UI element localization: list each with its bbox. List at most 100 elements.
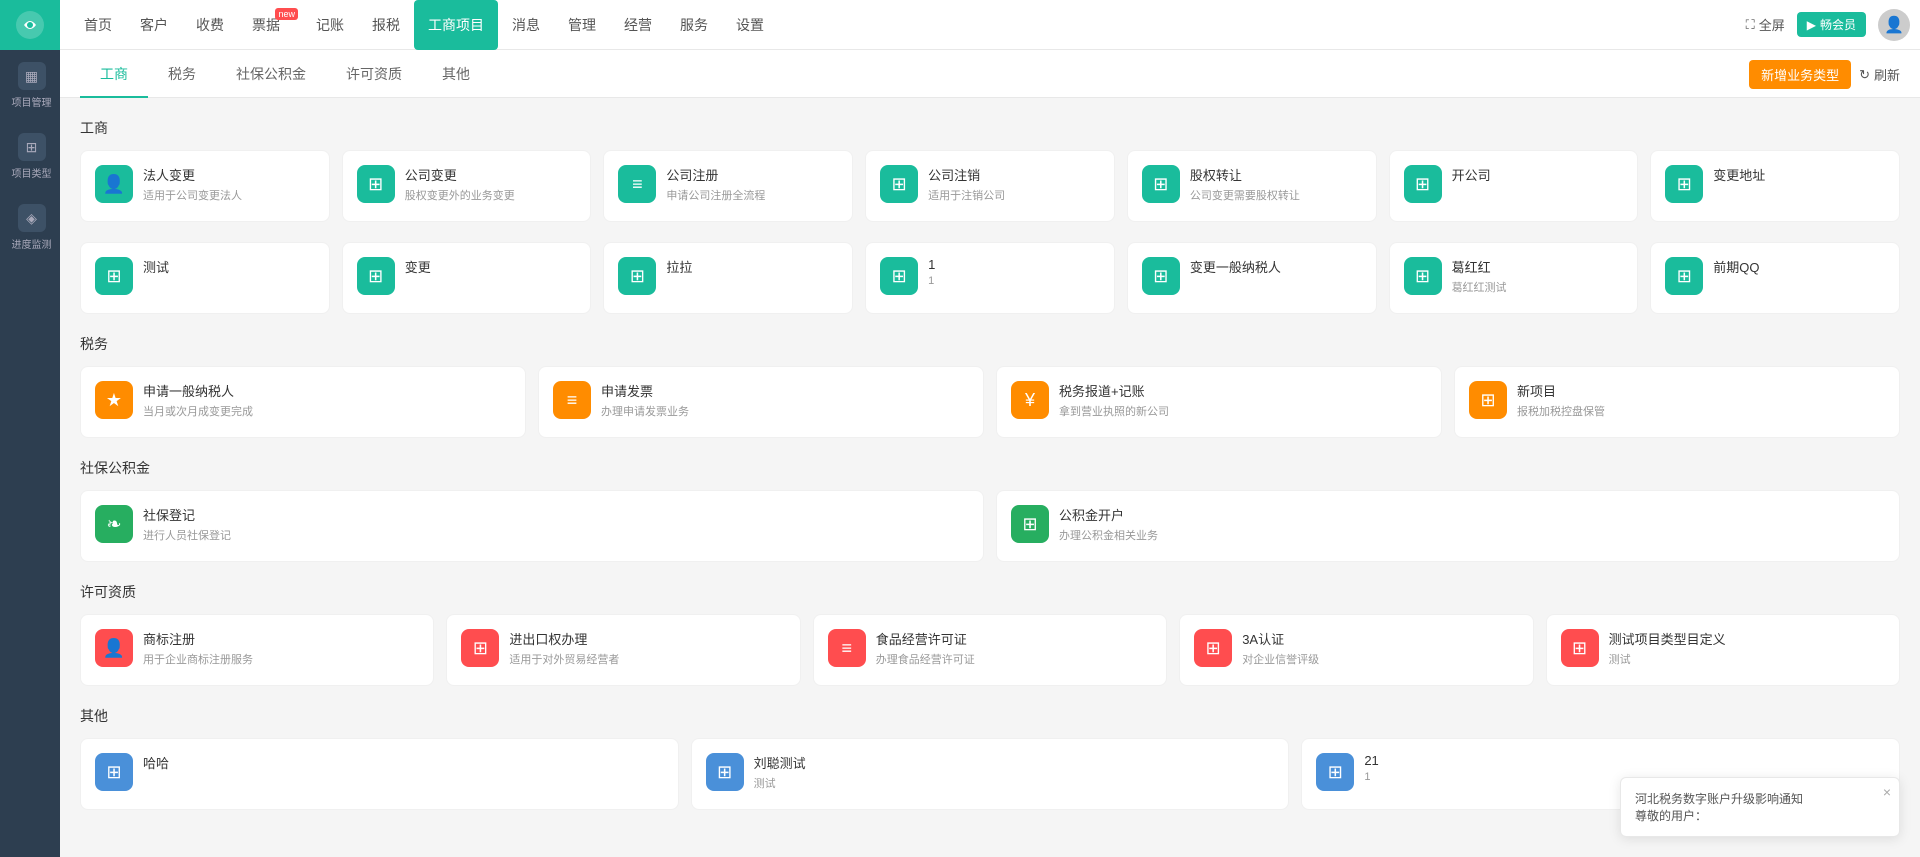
gongshang-card-grid-2: ⊞ 测试 ⊞ 变更 ⊞ 拉拉 <box>80 242 1900 314</box>
list-item[interactable]: ⊞ 拉拉 <box>603 242 853 314</box>
tab-shuiwu[interactable]: 税务 <box>148 50 216 98</box>
card-name: 食品经营许可证 <box>876 629 1152 648</box>
card-icon: ❧ <box>95 505 133 543</box>
nav-fee[interactable]: 收费 <box>182 0 238 50</box>
card-desc: 适用于公司变更法人 <box>143 187 315 203</box>
sidebar: ▦ 项目管理 ⊞ 项目类型 ◈ 进度监测 <box>0 0 60 857</box>
nav-tax[interactable]: 报税 <box>358 0 414 50</box>
list-item[interactable]: 👤 法人变更 适用于公司变更法人 <box>80 150 330 222</box>
nav-operation[interactable]: 经营 <box>610 0 666 50</box>
nav-bookkeeping[interactable]: 记账 <box>302 0 358 50</box>
card-desc: 公司变更需要股权转让 <box>1190 187 1362 203</box>
card-name: 测试 <box>143 257 315 276</box>
card-name: 申请发票 <box>601 381 969 400</box>
list-item[interactable]: ⊞ 公司变更 股权变更外的业务变更 <box>342 150 592 222</box>
list-item[interactable]: ⊞ 测试项目类型目定义 测试 <box>1546 614 1900 686</box>
tab-xuke[interactable]: 许可资质 <box>326 50 422 98</box>
list-item[interactable]: ⊞ 股权转让 公司变更需要股权转让 <box>1127 150 1377 222</box>
nav-message[interactable]: 消息 <box>498 0 554 50</box>
refresh-button[interactable]: ↻ 刷新 <box>1859 65 1900 84</box>
list-item[interactable]: ≡ 申请发票 办理申请发票业务 <box>538 366 984 438</box>
list-item[interactable]: ⊞ 开公司 <box>1389 150 1639 222</box>
tab-bar: 工商 税务 社保公积金 许可资质 其他 新增业务类型 ↻ 刷新 <box>60 50 1920 98</box>
list-item[interactable]: ⊞ 葛红红 葛红红测试 <box>1389 242 1639 314</box>
card-icon: ⊞ <box>1316 753 1354 791</box>
list-item[interactable]: ⊞ 3A认证 对企业信誉评级 <box>1179 614 1533 686</box>
list-item[interactable]: ⊞ 变更一般纳税人 <box>1127 242 1377 314</box>
card-icon: ⊞ <box>1404 257 1442 295</box>
card-icon: ≡ <box>618 165 656 203</box>
card-name: 股权转让 <box>1190 165 1362 184</box>
nav-service[interactable]: 服务 <box>666 0 722 50</box>
card-desc: 1 <box>928 275 1100 287</box>
section-title-shuiwu: 税务 <box>80 334 1900 354</box>
card-icon: ⊞ <box>1561 629 1599 667</box>
fullscreen-btn[interactable]: ⛶ 全屏 <box>1746 15 1785 34</box>
card-desc: 办理食品经营许可证 <box>876 651 1152 667</box>
shebao-card-grid: ❧ 社保登记 进行人员社保登记 ⊞ 公积金开户 办理公积金相关业务 <box>80 490 1900 562</box>
notification-close-button[interactable]: × <box>1883 784 1891 800</box>
sidebar-logo[interactable] <box>0 0 60 50</box>
sidebar-item-project-manage[interactable]: ▦ 项目管理 <box>0 50 60 121</box>
new-badge: new <box>275 8 298 21</box>
tab-gongshang[interactable]: 工商 <box>80 50 148 98</box>
card-desc: 进行人员社保登记 <box>143 527 969 543</box>
vip-button[interactable]: ▶ 畅会员 <box>1797 12 1866 37</box>
card-name: 21 <box>1364 753 1885 768</box>
list-item[interactable]: ⊞ 公司注销 适用于注销公司 <box>865 150 1115 222</box>
nav-customer[interactable]: 客户 <box>126 0 182 50</box>
card-desc: 办理公积金相关业务 <box>1059 527 1885 543</box>
card-name: 进出口权办理 <box>509 629 785 648</box>
list-item[interactable]: ⊞ 1 1 <box>865 242 1115 314</box>
list-item[interactable]: ⊞ 变更地址 <box>1650 150 1900 222</box>
add-type-button[interactable]: 新增业务类型 <box>1749 60 1851 89</box>
nav-settings[interactable]: 设置 <box>722 0 778 50</box>
card-name: 变更 <box>405 257 577 276</box>
card-name: 变更一般纳税人 <box>1190 257 1362 276</box>
card-icon: ⊞ <box>1665 165 1703 203</box>
card-icon: ¥ <box>1011 381 1049 419</box>
card-desc: 适用于对外贸易经营者 <box>509 651 785 667</box>
list-item[interactable]: ❧ 社保登记 进行人员社保登记 <box>80 490 984 562</box>
list-item[interactable]: 👤 商标注册 用于企业商标注册服务 <box>80 614 434 686</box>
avatar[interactable]: 👤 <box>1878 9 1910 41</box>
card-icon: ⊞ <box>1665 257 1703 295</box>
nav-manage[interactable]: 管理 <box>554 0 610 50</box>
sidebar-item-project-type[interactable]: ⊞ 项目类型 <box>0 121 60 192</box>
nav-home[interactable]: 首页 <box>70 0 126 50</box>
list-item[interactable]: ⊞ 变更 <box>342 242 592 314</box>
card-icon: ⊞ <box>1194 629 1232 667</box>
card-desc: 报税加税控盘保管 <box>1517 403 1885 419</box>
list-item[interactable]: ⊞ 测试 <box>80 242 330 314</box>
tab-qita[interactable]: 其他 <box>422 50 490 98</box>
card-name: 法人变更 <box>143 165 315 184</box>
list-item[interactable]: ⊞ 进出口权办理 适用于对外贸易经营者 <box>446 614 800 686</box>
progress-monitor-icon: ◈ <box>18 204 46 232</box>
card-desc: 拿到营业执照的新公司 <box>1059 403 1427 419</box>
nav-ticket[interactable]: 票据 new <box>238 0 302 50</box>
card-name: 拉拉 <box>666 257 838 276</box>
section-title-shebao: 社保公积金 <box>80 458 1900 478</box>
card-desc: 股权变更外的业务变更 <box>405 187 577 203</box>
list-item[interactable]: ⊞ 新项目 报税加税控盘保管 <box>1454 366 1900 438</box>
list-item[interactable]: ≡ 食品经营许可证 办理食品经营许可证 <box>813 614 1167 686</box>
sidebar-item-progress-monitor[interactable]: ◈ 进度监测 <box>0 192 60 263</box>
list-item[interactable]: ≡ 公司注册 申请公司注册全流程 <box>603 150 853 222</box>
section-title-gongshang: 工商 <box>80 118 1900 138</box>
fullscreen-icon: ⛶ <box>1746 17 1755 33</box>
list-item[interactable]: ⊞ 前期QQ <box>1650 242 1900 314</box>
list-item[interactable]: ⊞ 公积金开户 办理公积金相关业务 <box>996 490 1900 562</box>
nav-gongshang[interactable]: 工商项目 <box>414 0 498 50</box>
list-item[interactable]: ⊞ 刘聪测试 测试 <box>691 738 1290 810</box>
card-desc: 葛红红测试 <box>1452 279 1624 295</box>
list-item[interactable]: ⊞ 哈哈 <box>80 738 679 810</box>
card-icon: ⊞ <box>706 753 744 791</box>
card-desc: 测试 <box>754 775 1275 791</box>
list-item[interactable]: ★ 申请一般纳税人 当月或次月成变更完成 <box>80 366 526 438</box>
card-name: 商标注册 <box>143 629 419 648</box>
list-item[interactable]: ¥ 税务报道+记账 拿到营业执照的新公司 <box>996 366 1442 438</box>
card-name: 3A认证 <box>1242 629 1518 648</box>
gongshang-card-grid-1: 👤 法人变更 适用于公司变更法人 ⊞ 公司变更 股权变更外的业务变更 ≡ <box>80 150 1900 222</box>
tab-shebao[interactable]: 社保公积金 <box>216 50 326 98</box>
card-desc: 用于企业商标注册服务 <box>143 651 419 667</box>
